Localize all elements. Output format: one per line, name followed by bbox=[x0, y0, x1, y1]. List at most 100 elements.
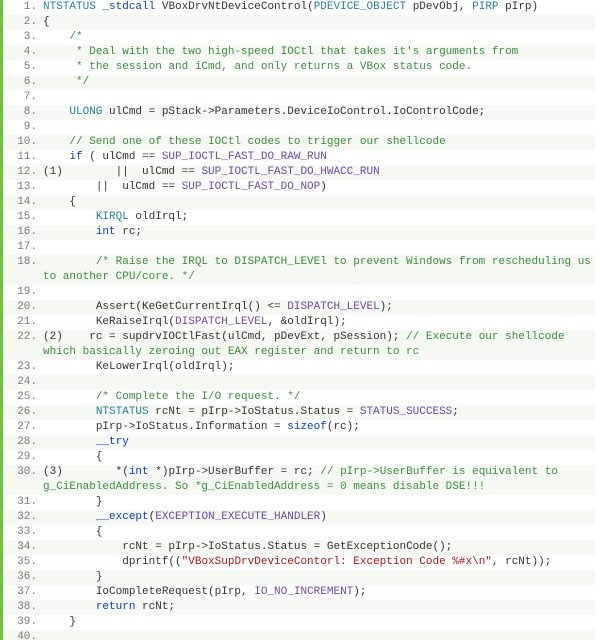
line-number: 38. bbox=[3, 600, 43, 615]
code-line: 4. * Deal with the two high-speed IOCtl … bbox=[3, 45, 595, 60]
line-number: 26. bbox=[3, 405, 43, 420]
code-line: 18. /* Raise the IRQL to DISPATCH_LEVEl … bbox=[3, 255, 595, 285]
code-token: rcNt = pIrp->IoStatus.Status = GetExcept… bbox=[43, 541, 452, 553]
line-number: 30. bbox=[3, 465, 43, 480]
code-token: || ulCmd == bbox=[43, 181, 182, 193]
code-content: KIRQL oldIrql; bbox=[43, 210, 595, 225]
code-line: 23. KeLowerIrql(oldIrql); bbox=[3, 360, 595, 375]
line-number: 17. bbox=[3, 240, 43, 255]
code-token bbox=[43, 211, 96, 223]
line-number: 10. bbox=[3, 135, 43, 150]
code-token: } bbox=[43, 616, 76, 628]
code-line: 38. return rcNt; bbox=[3, 600, 595, 615]
code-content: (3) *(int *)pIrp->UserBuffer = rc; // pI… bbox=[43, 465, 595, 495]
code-token: ); bbox=[353, 586, 366, 598]
code-token bbox=[43, 61, 76, 73]
code-content: // Send one of these IOCtl codes to trig… bbox=[43, 135, 595, 150]
code-token: int bbox=[96, 226, 116, 238]
code-token: IoCompleteRequest(pIrp, bbox=[43, 586, 254, 598]
code-token: rc = supdrvIOCtlFast(ulCmd, pDevExt, pSe… bbox=[63, 331, 406, 343]
code-token: KeLowerIrql(oldIrql); bbox=[43, 361, 234, 373]
annotation-marker: (2) bbox=[43, 331, 63, 343]
code-token: oldIrql; bbox=[129, 211, 188, 223]
code-line: 19. bbox=[3, 285, 595, 300]
code-token: , rcNt)); bbox=[492, 556, 551, 568]
code-token: STATUS_SUCCESS bbox=[360, 406, 452, 418]
code-line: 35. dprintf(("VBoxSupDrvDeviceContorl: E… bbox=[3, 555, 595, 570]
code-content: KeRaiseIrql(DISPATCH_LEVEL, &oldIrql); bbox=[43, 315, 595, 330]
code-token bbox=[43, 136, 69, 148]
code-content: dprintf(("VBoxSupDrvDeviceContorl: Excep… bbox=[43, 555, 595, 570]
code-token: rcNt = pIrp->IoStatus.Status = bbox=[149, 406, 360, 418]
code-content: IoCompleteRequest(pIrp, IO_NO_INCREMENT)… bbox=[43, 585, 595, 600]
code-token: , &oldIrql); bbox=[267, 316, 346, 328]
code-content: (2) rc = supdrvIOCtlFast(ulCmd, pDevExt,… bbox=[43, 330, 595, 360]
code-content bbox=[43, 240, 595, 255]
code-token: } bbox=[43, 496, 102, 508]
code-token: DISPATCH_LEVEL bbox=[175, 316, 267, 328]
annotation-marker: (3) bbox=[43, 466, 63, 478]
code-token: SUP_IOCTL_FAST_DO_HWACC_RUN bbox=[201, 166, 379, 178]
code-token: Assert(KeGetCurrentIrql() <= bbox=[43, 301, 287, 313]
line-number: 16. bbox=[3, 225, 43, 240]
code-line: 29. { bbox=[3, 450, 595, 465]
code-token bbox=[43, 391, 96, 403]
code-content: /* bbox=[43, 30, 595, 45]
code-content: { bbox=[43, 15, 595, 30]
code-content: || ulCmd == SUP_IOCTL_FAST_DO_NOP) bbox=[43, 180, 595, 195]
line-number: 23. bbox=[3, 360, 43, 375]
code-line: 33. { bbox=[3, 525, 595, 540]
code-content bbox=[43, 120, 595, 135]
line-number: 21. bbox=[3, 315, 43, 330]
code-token: VBoxDrvNtDeviceControl bbox=[162, 1, 307, 13]
line-number: 37. bbox=[3, 585, 43, 600]
code-token: /* Complete the I/O request. */ bbox=[96, 391, 301, 403]
code-line: 16. int rc; bbox=[3, 225, 595, 240]
code-token: SUP_IOCTL_FAST_DO_RAW_RUN bbox=[162, 151, 327, 163]
code-line: 12.(1) || ulCmd == SUP_IOCTL_FAST_DO_HWA… bbox=[3, 165, 595, 180]
code-line: 11. if ( ulCmd == SUP_IOCTL_FAST_DO_RAW_… bbox=[3, 150, 595, 165]
line-number: 19. bbox=[3, 285, 43, 300]
code-token: { bbox=[43, 16, 50, 28]
code-content: } bbox=[43, 495, 595, 510]
code-token: return bbox=[96, 601, 136, 613]
code-line: 14. { bbox=[3, 195, 595, 210]
code-token: ( ulCmd == bbox=[83, 151, 162, 163]
line-number: 5. bbox=[3, 60, 43, 75]
code-token: (rc); bbox=[327, 421, 360, 433]
code-token: PDEVICE_OBJECT bbox=[314, 1, 406, 13]
code-token: rc; bbox=[116, 226, 142, 238]
code-token bbox=[43, 46, 76, 58]
code-line: 34. rcNt = pIrp->IoStatus.Status = GetEx… bbox=[3, 540, 595, 555]
code-token: SUP_IOCTL_FAST_DO_NOP bbox=[182, 181, 321, 193]
code-token: ( bbox=[307, 1, 314, 13]
line-number: 40. bbox=[3, 630, 43, 640]
code-token: ) bbox=[320, 511, 327, 523]
code-line: 6. */ bbox=[3, 75, 595, 90]
line-number: 8. bbox=[3, 105, 43, 120]
code-content: NTSTATUS _stdcall VBoxDrvNtDeviceControl… bbox=[43, 0, 595, 15]
line-number: 9. bbox=[3, 120, 43, 135]
code-token bbox=[43, 406, 96, 418]
code-content: Assert(KeGetCurrentIrql() <= DISPATCH_LE… bbox=[43, 300, 595, 315]
code-content: KeLowerIrql(oldIrql); bbox=[43, 360, 595, 375]
line-number: 34. bbox=[3, 540, 43, 555]
code-token: NTSTATUS bbox=[43, 1, 96, 13]
code-line: 10. // Send one of these IOCtl codes to … bbox=[3, 135, 595, 150]
line-number: 1. bbox=[3, 0, 43, 15]
code-token bbox=[43, 226, 96, 238]
code-token bbox=[43, 256, 96, 268]
code-line: 15. KIRQL oldIrql; bbox=[3, 210, 595, 225]
code-line: 25. /* Complete the I/O request. */ bbox=[3, 390, 595, 405]
line-number: 32. bbox=[3, 510, 43, 525]
code-token: /* bbox=[69, 31, 82, 43]
line-number: 12. bbox=[3, 165, 43, 180]
code-content: { bbox=[43, 450, 595, 465]
code-line: 5. * the session and iCmd, and only retu… bbox=[3, 60, 595, 75]
code-token bbox=[43, 511, 96, 523]
code-line: 3. /* bbox=[3, 30, 595, 45]
code-content: int rc; bbox=[43, 225, 595, 240]
code-line: 9. bbox=[3, 120, 595, 135]
code-token: || ulCmd == bbox=[63, 166, 202, 178]
code-content: */ bbox=[43, 75, 595, 90]
